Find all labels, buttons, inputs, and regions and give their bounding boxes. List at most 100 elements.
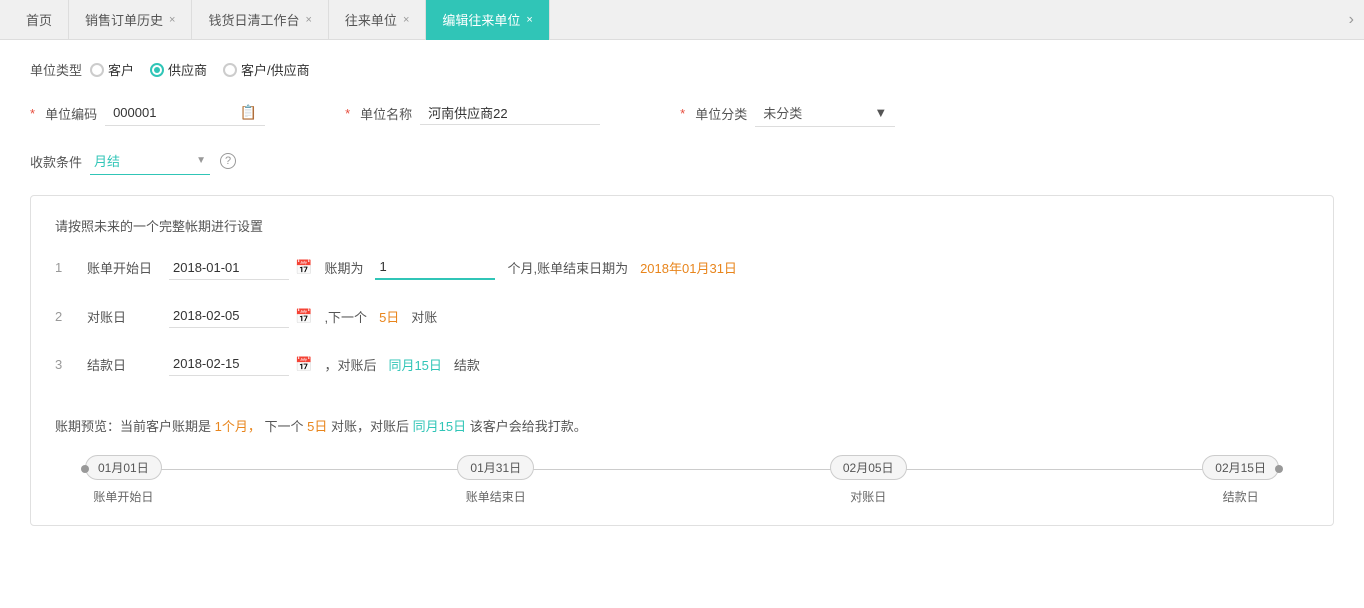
radio-customer-supplier[interactable]: 客户/供应商: [223, 60, 310, 79]
unit-category-value: 未分类: [763, 103, 802, 122]
node-2-label: 账单结束日: [466, 488, 526, 505]
unit-code-label: 单位编码: [45, 104, 97, 123]
tab-bar: 首页 销售订单历史 × 钱货日清工作台 × 往来单位 × 编辑往来单位 × ›: [0, 0, 1364, 40]
unit-type-label: 单位类型: [30, 60, 82, 79]
setting-label-1: 账单开始日: [87, 258, 157, 277]
unit-code-input[interactable]: [113, 105, 240, 120]
node-4-date: 02月15日: [1202, 455, 1279, 480]
preview-payment-day: 同月15日: [413, 419, 466, 434]
tab-edit-partner-close[interactable]: ×: [526, 14, 532, 26]
tab-cashflow-close[interactable]: ×: [305, 14, 311, 26]
unit-code-star: *: [30, 106, 35, 121]
payment-terms-chevron-icon: ▼: [196, 155, 206, 166]
unit-category-label: 单位分类: [695, 104, 747, 123]
period-input[interactable]: [375, 255, 495, 280]
payment-terms-row: 收款条件 月结 ▼ ?: [30, 147, 1334, 175]
node-1-label: 账单开始日: [93, 488, 153, 505]
setting-num-1: 1: [55, 260, 75, 275]
unit-category-group: * 单位分类 未分类 ▼: [680, 99, 895, 127]
node-3-date: 02月05日: [830, 455, 907, 480]
unit-category-star: *: [680, 106, 685, 121]
reconcile-date-calendar-icon[interactable]: 📅: [295, 308, 312, 325]
radio-supplier-label: 供应商: [168, 60, 207, 79]
reconcile-prefix: ,下一个: [324, 307, 367, 326]
period-suffix: 个月,账单结束日期为: [507, 258, 628, 277]
radio-supplier-circle: [150, 63, 164, 77]
node-1-date: 01月01日: [85, 455, 162, 480]
node-3-label: 对账日: [850, 488, 886, 505]
radio-customer-supplier-circle: [223, 63, 237, 77]
main-content: 单位类型 客户 供应商 客户/供应商 * 单位编码 📋: [0, 40, 1364, 608]
payment-suffix: 结款: [454, 355, 480, 374]
tab-partners[interactable]: 往来单位 ×: [329, 0, 426, 40]
preview-reconcile-text: 对账，对账后: [331, 419, 409, 434]
tab-edit-partner-label: 编辑往来单位: [442, 10, 520, 29]
unit-code-copy-icon[interactable]: 📋: [240, 104, 257, 121]
radio-supplier[interactable]: 供应商: [150, 60, 207, 79]
setting-num-3: 3: [55, 357, 75, 372]
preview-label: 账期预览：当前客户账期是: [55, 419, 211, 434]
setting-label-3: 结款日: [87, 355, 157, 374]
help-icon[interactable]: ?: [220, 153, 236, 169]
settings-title: 请按照未来的一个完整帐期进行设置: [55, 216, 1309, 235]
setting-row-2: 2 对账日 📅 ,下一个 5日 对账: [55, 304, 1309, 328]
settings-box: 请按照未来的一个完整帐期进行设置 1 账单开始日 📅 账期为 个月,账单结束日期…: [30, 195, 1334, 526]
tab-partners-close[interactable]: ×: [403, 14, 409, 26]
payment-date-input[interactable]: [169, 352, 289, 376]
reconcile-date-input[interactable]: [169, 304, 289, 328]
preview-text: 账期预览：当前客户账期是 1个月， 下一个 5日 对账，对账后 同月15日 该客…: [55, 416, 1309, 435]
tab-expand-button[interactable]: ›: [1349, 11, 1354, 29]
unit-name-input[interactable]: [420, 101, 600, 125]
timeline-node-2: 01月31日 账单结束日: [457, 455, 534, 505]
tab-partners-label: 往来单位: [345, 10, 397, 29]
node-2-date: 01月31日: [457, 455, 534, 480]
timeline-container: 01月01日 账单开始日 01月31日 账单结束日 02月05日 对账日: [65, 455, 1299, 505]
timeline-start-dot: [81, 465, 89, 473]
reconcile-suffix: 对账: [411, 307, 437, 326]
preview-next: 下一个: [265, 419, 304, 434]
start-date-field: 📅: [169, 256, 312, 280]
unit-name-group: * 单位名称: [345, 101, 600, 125]
timeline-end-dot: [1275, 465, 1283, 473]
timeline-node-3: 02月05日 对账日: [830, 455, 907, 505]
payment-date-calendar-icon[interactable]: 📅: [295, 356, 312, 373]
radio-customer-circle: [90, 63, 104, 77]
preview-period: 1个月，: [215, 419, 261, 434]
node-4-label: 结款日: [1223, 488, 1259, 505]
radio-customer-label: 客户: [108, 60, 134, 79]
timeline-node-1: 01月01日 账单开始日: [85, 455, 162, 505]
payment-terms-label: 收款条件: [30, 152, 82, 171]
reconcile-date-field: 📅: [169, 304, 312, 328]
tab-home-label: 首页: [26, 10, 52, 29]
preview-end-text: 该客户会给我打款。: [470, 419, 587, 434]
payment-day-highlight: 同月15日: [388, 355, 441, 374]
unit-info-row: * 单位编码 📋 * 单位名称 * 单位分类 未分类 ▼: [30, 99, 1334, 127]
tab-cashflow[interactable]: 钱货日清工作台 ×: [192, 0, 328, 40]
unit-code-field[interactable]: 📋: [105, 100, 265, 126]
tab-cashflow-label: 钱货日清工作台: [208, 10, 299, 29]
radio-customer[interactable]: 客户: [90, 60, 134, 79]
payment-terms-select[interactable]: 月结 ▼: [90, 147, 210, 175]
setting-label-2: 对账日: [87, 307, 157, 326]
payment-date-field: 📅: [169, 352, 312, 376]
preview-section: 账期预览：当前客户账期是 1个月， 下一个 5日 对账，对账后 同月15日 该客…: [55, 400, 1309, 505]
tab-home[interactable]: 首页: [10, 0, 69, 40]
setting-num-2: 2: [55, 309, 75, 324]
payment-terms-value: 月结: [94, 151, 192, 170]
tab-sales-history[interactable]: 销售订单历史 ×: [69, 0, 192, 40]
tab-sales-history-label: 销售订单历史: [85, 10, 163, 29]
start-date-calendar-icon[interactable]: 📅: [295, 259, 312, 276]
unit-code-group: * 单位编码 📋: [30, 100, 265, 126]
unit-category-select[interactable]: 未分类 ▼: [755, 99, 895, 127]
period-end-date: 2018年01月31日: [640, 258, 737, 277]
payment-prefix: ，对账后: [324, 355, 376, 374]
tab-edit-partner[interactable]: 编辑往来单位 ×: [426, 0, 549, 40]
start-date-input[interactable]: [169, 256, 289, 280]
setting-row-1: 1 账单开始日 📅 账期为 个月,账单结束日期为 2018年01月31日: [55, 255, 1309, 280]
preview-reconcile-day: 5日: [307, 419, 327, 434]
tab-sales-history-close[interactable]: ×: [169, 14, 175, 26]
period-label: 账期为: [324, 258, 363, 277]
unit-category-chevron-icon: ▼: [874, 105, 887, 120]
unit-name-star: *: [345, 106, 350, 121]
reconcile-day-highlight: 5日: [379, 307, 399, 326]
